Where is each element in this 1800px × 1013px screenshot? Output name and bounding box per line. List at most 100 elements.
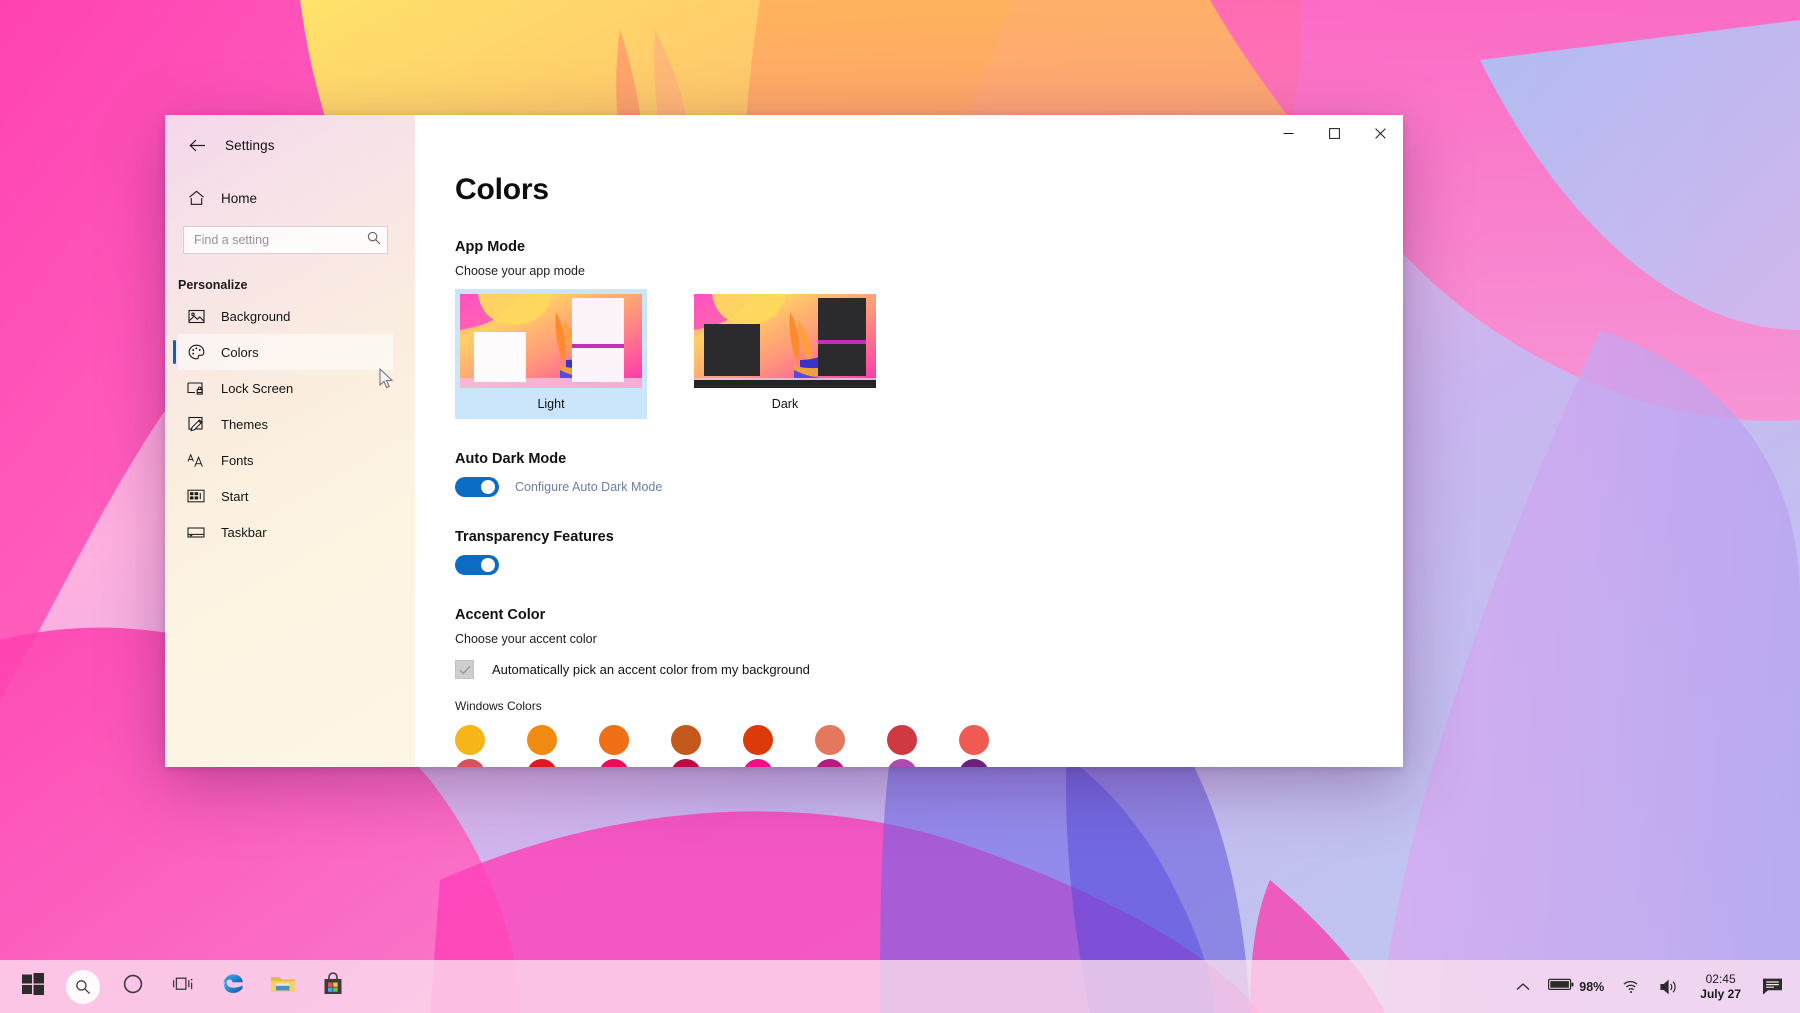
image-icon bbox=[187, 307, 205, 325]
auto-pick-accent-row: Automatically pick an accent color from … bbox=[455, 660, 1403, 679]
light-mode-label: Light bbox=[537, 397, 565, 411]
chevron-up-icon[interactable] bbox=[1507, 963, 1539, 1011]
cortana-button[interactable] bbox=[108, 963, 158, 1011]
dark-mode-label: Dark bbox=[771, 397, 799, 411]
settings-window: Settings Home Personalize bbox=[165, 115, 1403, 767]
accent-swatch[interactable] bbox=[455, 759, 485, 767]
sidebar-item-label: Lock Screen bbox=[221, 380, 294, 396]
accent-swatch[interactable] bbox=[455, 725, 485, 755]
sidebar-group-title: Personalize bbox=[178, 278, 248, 292]
sidebar-item-home[interactable]: Home bbox=[183, 182, 393, 214]
accent-swatch[interactable] bbox=[959, 725, 989, 755]
palette-icon bbox=[187, 343, 205, 361]
system-tray: 98% 02:45 July 27 bbox=[1507, 963, 1800, 1011]
sidebar-header: Settings bbox=[165, 115, 415, 159]
accent-color-heading: Accent Color bbox=[455, 607, 546, 623]
sidebar-item-taskbar[interactable]: Taskbar bbox=[178, 514, 393, 550]
accent-color-swatch-grid bbox=[455, 725, 1403, 767]
sidebar-item-background[interactable]: Background bbox=[178, 298, 393, 334]
accent-swatch[interactable] bbox=[959, 759, 989, 767]
transparency-row bbox=[455, 555, 1403, 575]
start-icon bbox=[187, 487, 205, 505]
maximize-button[interactable] bbox=[1311, 115, 1357, 151]
auto-dark-mode-heading: Auto Dark Mode bbox=[455, 451, 567, 467]
window-controls bbox=[1265, 115, 1403, 151]
app-mode-option-light[interactable]: Light bbox=[455, 289, 647, 419]
settings-main-pane: Colors App Mode Choose your app mode Lig… bbox=[415, 115, 1403, 767]
store-button[interactable] bbox=[308, 963, 358, 1011]
sidebar-item-label: Start bbox=[221, 488, 249, 504]
clock-time: 02:45 bbox=[1705, 971, 1736, 986]
start-button[interactable] bbox=[8, 963, 58, 1011]
accent-swatch[interactable] bbox=[887, 759, 917, 767]
windows-colors-label: Windows Colors bbox=[455, 699, 542, 713]
search-button[interactable] bbox=[58, 963, 108, 1011]
accent-swatch[interactable] bbox=[743, 759, 773, 767]
battery-percent: 98% bbox=[1579, 979, 1605, 994]
accent-swatch[interactable] bbox=[815, 759, 845, 767]
sidebar-item-themes[interactable]: Themes bbox=[178, 406, 393, 442]
accent-swatch[interactable] bbox=[887, 725, 917, 755]
back-arrow-icon[interactable] bbox=[183, 131, 211, 159]
themes-icon bbox=[187, 415, 205, 433]
accent-swatch[interactable] bbox=[743, 725, 773, 755]
accent-swatch[interactable] bbox=[599, 725, 629, 755]
sidebar-item-colors[interactable]: Colors bbox=[173, 334, 393, 370]
auto-pick-accent-label: Automatically pick an accent color from … bbox=[492, 662, 810, 677]
task-view-button[interactable] bbox=[158, 963, 208, 1011]
dark-mode-preview bbox=[694, 294, 876, 388]
auto-pick-accent-checkbox[interactable] bbox=[455, 660, 474, 679]
search-icon bbox=[66, 969, 100, 1004]
sidebar-item-start[interactable]: Start bbox=[178, 478, 393, 514]
accent-swatch[interactable] bbox=[599, 759, 629, 767]
sidebar-item-lock-screen[interactable]: Lock Screen bbox=[178, 370, 393, 406]
sidebar-item-label: Taskbar bbox=[221, 524, 267, 540]
sidebar-item-label: Background bbox=[221, 308, 291, 324]
app-mode-subtitle: Choose your app mode bbox=[455, 264, 585, 278]
close-button[interactable] bbox=[1357, 115, 1403, 151]
minimize-button[interactable] bbox=[1265, 115, 1311, 151]
accent-swatch[interactable] bbox=[815, 725, 845, 755]
cortana-circle-icon bbox=[123, 974, 143, 999]
store-bag-icon bbox=[322, 972, 344, 1001]
home-icon bbox=[187, 189, 205, 207]
page-title: Colors bbox=[455, 173, 549, 206]
fonts-icon bbox=[187, 451, 205, 469]
action-center-icon[interactable] bbox=[1753, 963, 1792, 1011]
folder-icon bbox=[270, 973, 296, 1000]
app-mode-heading: App Mode bbox=[455, 239, 526, 255]
wifi-icon[interactable] bbox=[1613, 963, 1650, 1011]
accent-color-subtitle: Choose your accent color bbox=[455, 632, 597, 646]
clock[interactable]: 02:45 July 27 bbox=[1688, 972, 1753, 1002]
search-input[interactable] bbox=[194, 233, 361, 247]
edge-icon bbox=[220, 971, 246, 1002]
sidebar-item-fonts[interactable]: Fonts bbox=[178, 442, 393, 478]
windows-logo-icon bbox=[22, 973, 44, 1000]
accent-swatch[interactable] bbox=[527, 759, 557, 767]
lockscreen-icon bbox=[187, 379, 205, 397]
sidebar-item-label: Fonts bbox=[221, 452, 254, 468]
accent-swatch[interactable] bbox=[527, 725, 557, 755]
sidebar-home-label: Home bbox=[221, 190, 258, 206]
taskbar-icon bbox=[187, 523, 205, 541]
battery-status[interactable]: 98% bbox=[1539, 963, 1613, 1011]
explorer-button[interactable] bbox=[258, 963, 308, 1011]
auto-dark-mode-toggle[interactable] bbox=[455, 477, 499, 497]
clock-date: July 27 bbox=[1700, 986, 1741, 1001]
search-icon bbox=[367, 231, 381, 250]
transparency-toggle[interactable] bbox=[455, 555, 499, 575]
window-title: Settings bbox=[225, 137, 275, 153]
accent-swatch[interactable] bbox=[671, 725, 701, 755]
task-view-icon bbox=[172, 975, 194, 998]
search-box[interactable] bbox=[183, 226, 388, 254]
app-mode-options: Light Dark bbox=[455, 289, 1403, 419]
light-mode-preview bbox=[460, 294, 642, 388]
edge-button[interactable] bbox=[208, 963, 258, 1011]
sidebar-item-label: Colors bbox=[221, 344, 259, 360]
accent-swatch[interactable] bbox=[671, 759, 701, 767]
taskbar: 98% 02:45 July 27 bbox=[0, 960, 1800, 1013]
configure-auto-dark-mode-link[interactable]: Configure Auto Dark Mode bbox=[515, 480, 662, 494]
app-mode-option-dark[interactable]: Dark bbox=[689, 289, 881, 419]
battery-icon bbox=[1548, 978, 1574, 996]
speaker-icon[interactable] bbox=[1650, 963, 1688, 1011]
